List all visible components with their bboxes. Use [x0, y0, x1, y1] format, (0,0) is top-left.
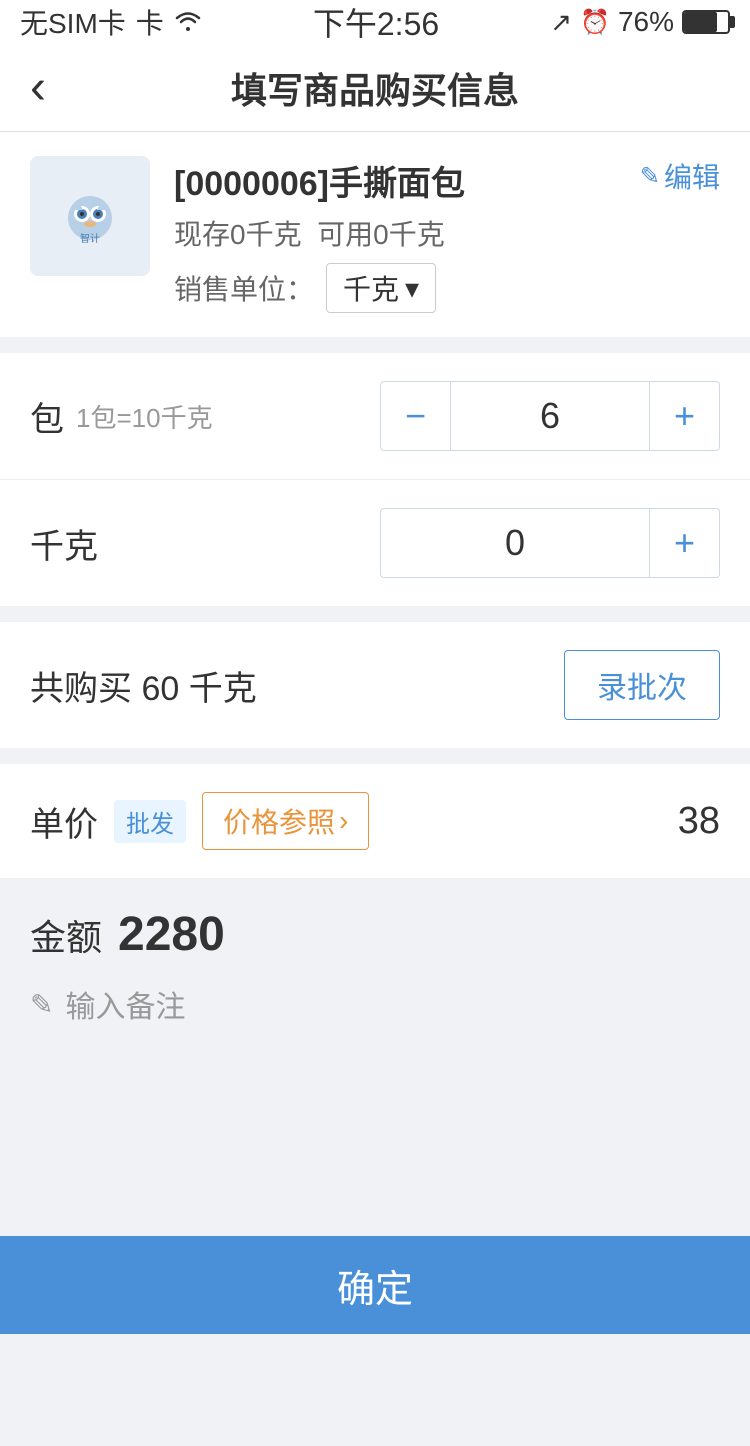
confirm-button[interactable]: 确定 — [0, 1236, 750, 1334]
unit-select[interactable]: 千克 ▾ — [326, 263, 436, 313]
status-time: 下午2:56 — [313, 0, 439, 45]
product-image: 智计 — [30, 156, 150, 276]
product-unit-row: 销售单位： 千克 ▾ — [174, 263, 616, 313]
chevron-down-icon: ▾ — [405, 272, 419, 305]
product-name: [0000006]手撕面包 — [174, 156, 616, 205]
gps-icon: ↗ — [550, 7, 572, 38]
status-bar: 无SIM卡 卡 下午2:56 ↗ ⏰ 76% — [0, 0, 750, 44]
pack-quantity-row: 包 1包=10千克 − + — [0, 353, 750, 480]
price-value: 38 — [678, 800, 720, 843]
back-button[interactable]: ‹ — [30, 50, 66, 125]
product-card-right: ✎ 编辑 — [640, 156, 720, 196]
kg-label: 千克 — [30, 519, 380, 568]
product-logo: 智计 — [60, 186, 120, 246]
pack-quantity-control: − + — [380, 381, 720, 451]
quantity-section: 包 1包=10千克 − + 千克 + — [0, 353, 750, 606]
sim-label: 卡 — [136, 2, 164, 42]
nav-bar: ‹ 填写商品购买信息 — [0, 44, 750, 132]
kg-quantity-control: + — [380, 508, 720, 578]
pack-sublabel: 1包=10千克 — [76, 398, 213, 435]
status-left: 无SIM卡 卡 — [20, 2, 202, 42]
status-right: ↗ ⏰ 76% — [550, 6, 730, 38]
alarm-icon: ⏰ — [580, 8, 610, 37]
kg-quantity-input[interactable] — [380, 508, 650, 578]
pack-label: 包 1包=10千克 — [30, 392, 380, 441]
confirm-button-label: 确定 — [337, 1258, 413, 1313]
battery-percent: 76% — [618, 6, 674, 38]
kg-increment-button[interactable]: + — [650, 508, 720, 578]
pencil-icon: ✎ — [30, 988, 53, 1021]
price-row: 单价 批发 价格参照 › 38 — [0, 764, 750, 879]
battery-icon — [682, 10, 730, 34]
product-info: [0000006]手撕面包 现存0千克 可用0千克 销售单位： 千克 ▾ — [174, 156, 616, 313]
product-stock: 现存0千克 可用0千克 — [174, 213, 616, 253]
svg-text:智计: 智计 — [80, 232, 100, 245]
amount-label: 金额 — [30, 909, 102, 961]
price-reference-button[interactable]: 价格参照 › — [202, 792, 369, 850]
pack-increment-button[interactable]: + — [650, 381, 720, 451]
pack-quantity-input[interactable] — [450, 381, 650, 451]
product-card: 智计 [0000006]手撕面包 现存0千克 可用0千克 销售单位： 千克 ▾ … — [0, 132, 750, 337]
carrier-label: 无SIM卡 — [20, 2, 126, 42]
remark-placeholder: 输入备注 — [65, 982, 185, 1026]
chevron-right-icon: › — [339, 805, 348, 837]
summary-section: 共购买 60 千克 录批次 — [0, 622, 750, 748]
pack-decrement-button[interactable]: − — [380, 381, 450, 451]
amount-value: 2280 — [118, 907, 225, 962]
wifi-icon — [174, 6, 202, 38]
summary-text: 共购买 60 千克 — [30, 661, 257, 710]
kg-quantity-row: 千克 + — [0, 480, 750, 606]
price-section: 单价 批发 价格参照 › 38 — [0, 764, 750, 879]
batch-button[interactable]: 录批次 — [564, 650, 720, 720]
page-title: 填写商品购买信息 — [231, 62, 519, 114]
edit-icon: ✎ — [640, 162, 660, 191]
price-label: 单价 批发 价格参照 › — [30, 792, 369, 850]
amount-row: 金额 2280 — [30, 907, 720, 962]
amount-section: 金额 2280 ✎ 输入备注 — [0, 879, 750, 1046]
remark-row[interactable]: ✎ 输入备注 — [30, 982, 720, 1026]
price-badge: 批发 — [114, 800, 186, 843]
edit-button[interactable]: ✎ 编辑 — [640, 156, 720, 196]
